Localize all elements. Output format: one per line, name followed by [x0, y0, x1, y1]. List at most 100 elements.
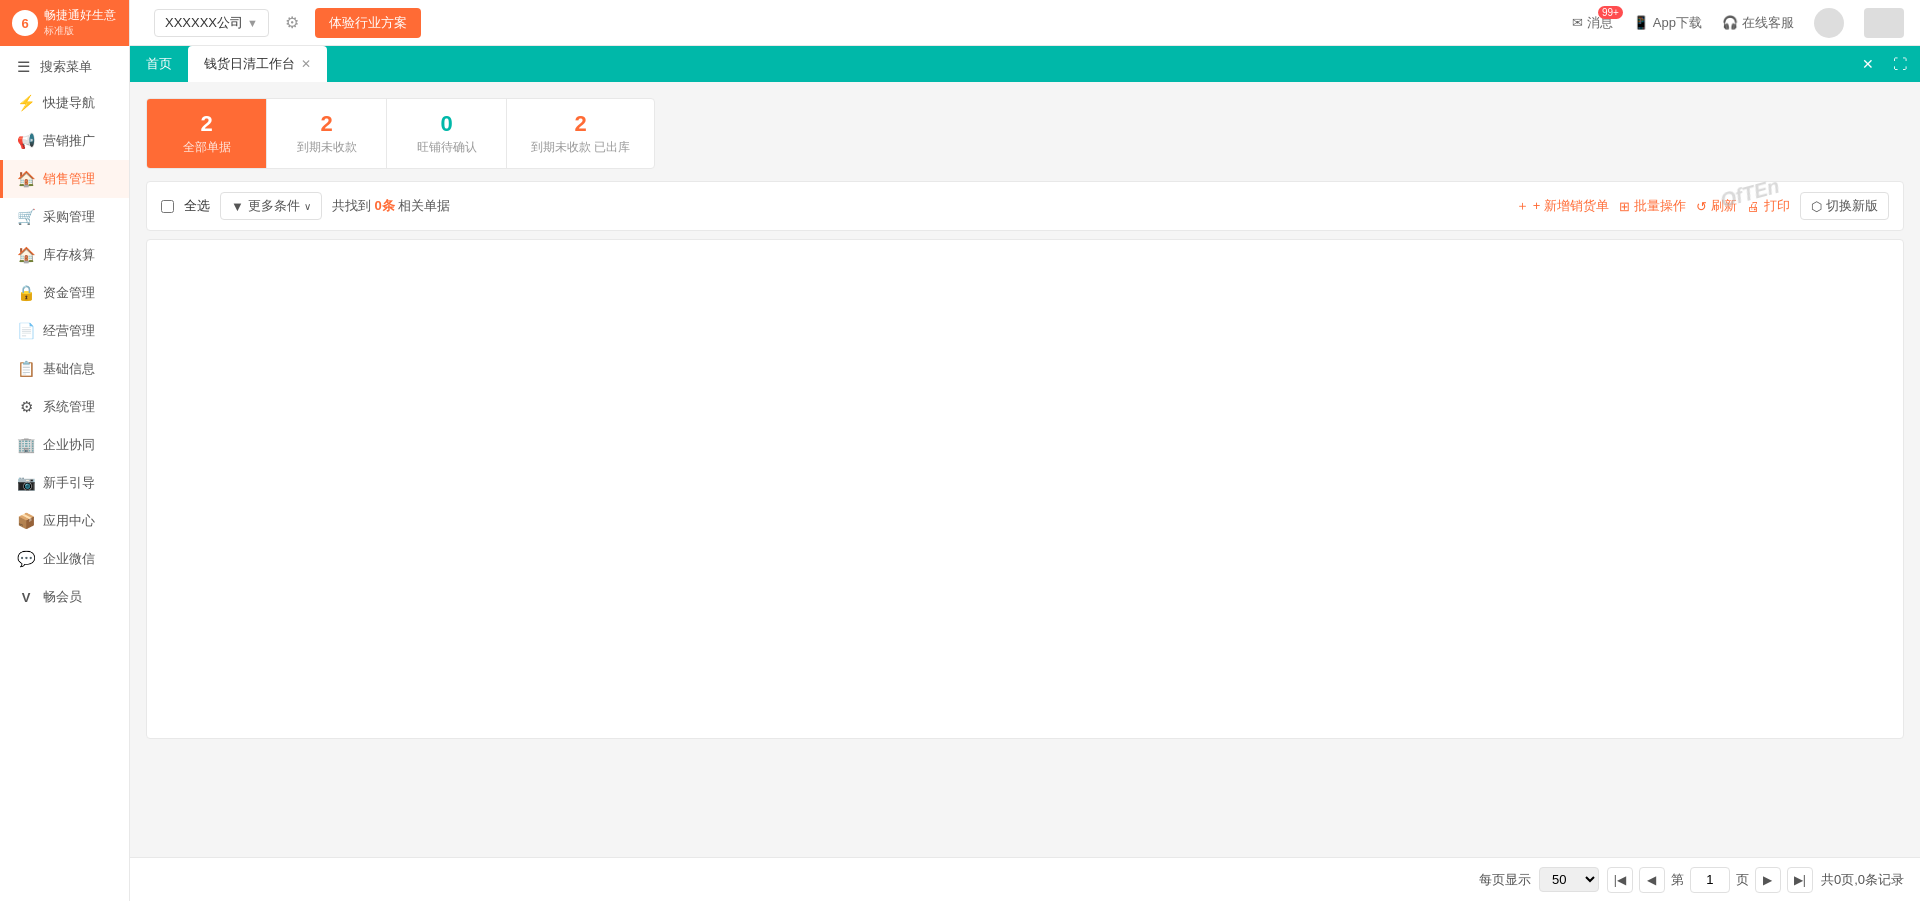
vip-icon: V	[17, 590, 35, 605]
found-text: 共找到 0条 相关单据	[332, 197, 450, 215]
sidebar-item-label: 新手引导	[43, 474, 95, 492]
cooperation-icon: 🏢	[17, 436, 35, 454]
batch-label: 批量操作	[1634, 197, 1686, 215]
app-download-button[interactable]: 📱 App下载	[1633, 14, 1702, 32]
app-download-label: App下载	[1653, 14, 1702, 32]
print-icon: 🖨	[1747, 199, 1760, 214]
sidebar-item-sales[interactable]: 🏠 销售管理	[0, 160, 129, 198]
sidebar-item-label: 基础信息	[43, 360, 95, 378]
found-count: 0条	[375, 198, 395, 213]
basic-info-icon: 📋	[17, 360, 35, 378]
per-page-label: 每页显示	[1479, 871, 1531, 889]
content-area	[146, 239, 1904, 739]
user-menu[interactable]	[1864, 8, 1904, 38]
sidebar-item-label: 系统管理	[43, 398, 95, 416]
app-version: 标准版	[44, 24, 116, 38]
industry-btn[interactable]: 体验行业方案	[315, 8, 421, 38]
prev-page-button[interactable]: ◀	[1639, 867, 1665, 893]
stat-tab-wangpu[interactable]: 0 旺铺待确认	[387, 99, 507, 168]
online-service-label: 在线客服	[1742, 14, 1794, 32]
select-all-checkbox[interactable]	[161, 200, 174, 213]
sidebar-item-label: 快捷导航	[43, 94, 95, 112]
add-icon: ＋	[1516, 197, 1529, 215]
sidebar-item-finance[interactable]: 🔒 资金管理	[0, 274, 129, 312]
stat-all-number: 2	[171, 111, 242, 137]
quick-nav-icon: ⚡	[17, 94, 35, 112]
switch-label: 切换新版	[1826, 197, 1878, 215]
sidebar-nav: ☰ 搜索菜单 ⚡ 快捷导航 📢 营销推广 🏠 销售管理 🛒 采购管理 🏠 库存核…	[0, 46, 129, 901]
add-label: + 新增销货单	[1533, 197, 1609, 215]
sidebar-item-cooperation[interactable]: 🏢 企业协同	[0, 426, 129, 464]
newbie-icon: 📷	[17, 474, 35, 492]
online-service-button[interactable]: 🎧 在线客服	[1722, 14, 1794, 32]
per-page-select[interactable]: 50 100 200	[1539, 867, 1599, 892]
pagination-controls: |◀ ◀ 第 页 ▶ ▶|	[1607, 867, 1813, 893]
tab-fullscreen-icon[interactable]: ⛶	[1888, 52, 1912, 76]
toolbar-left: 全选 ▼ 更多条件 ∨ 共找到 0条 相关单据	[161, 192, 1504, 220]
stat-tab-overdue[interactable]: 2 到期未收款	[267, 99, 387, 168]
message-icon: ✉	[1572, 15, 1583, 30]
tab-home-label: 首页	[146, 55, 172, 73]
tab-bar-actions: ✕ ⛶	[1856, 52, 1920, 76]
avatar[interactable]	[1814, 8, 1844, 38]
tab-close-all-icon[interactable]: ✕	[1856, 52, 1880, 76]
sidebar-item-quick-nav[interactable]: ⚡ 快捷导航	[0, 84, 129, 122]
stat-all-label: 全部单据	[171, 139, 242, 156]
sidebar-item-inventory[interactable]: 🏠 库存核算	[0, 236, 129, 274]
filter-button[interactable]: ▼ 更多条件 ∨	[220, 192, 322, 220]
sidebar-item-basic-info[interactable]: 📋 基础信息	[0, 350, 129, 388]
list-toolbar: 全选 ▼ 更多条件 ∨ 共找到 0条 相关单据 ＋ + 新增销货单 ⊞ 批量操作…	[146, 181, 1904, 231]
switch-version-button[interactable]: ⬡ 切换新版	[1800, 192, 1889, 220]
sidebar-item-vip[interactable]: V 畅会员	[0, 578, 129, 616]
page-number-input[interactable]	[1690, 867, 1730, 893]
sidebar-item-marketing[interactable]: 📢 营销推广	[0, 122, 129, 160]
message-button[interactable]: ✉ 消息 99+	[1572, 14, 1613, 32]
wechat-icon: 💬	[17, 550, 35, 568]
batch-button[interactable]: ⊞ 批量操作	[1619, 197, 1686, 215]
sidebar-item-label: 畅会员	[43, 588, 82, 606]
last-page-button[interactable]: ▶|	[1787, 867, 1813, 893]
print-button[interactable]: 🖨 打印	[1747, 197, 1790, 215]
refresh-button[interactable]: ↺ 刷新	[1696, 197, 1737, 215]
main-content: 2 全部单据 2 到期未收款 0 旺铺待确认 2 到期未收款 已出库 全选 ▼ …	[130, 82, 1920, 901]
sidebar-item-newbie[interactable]: 📷 新手引导	[0, 464, 129, 502]
tab-close-icon[interactable]: ✕	[301, 57, 311, 71]
print-label: 打印	[1764, 197, 1790, 215]
footer-pagination: 每页显示 50 100 200 |◀ ◀ 第 页 ▶ ▶| 共0页,0条记录	[130, 857, 1920, 901]
stat-tab-shipped[interactable]: 2 到期未收款 已出库	[507, 99, 654, 168]
message-badge: 99+	[1598, 6, 1623, 19]
sidebar-item-purchase[interactable]: 🛒 采购管理	[0, 198, 129, 236]
download-icon: 📱	[1633, 15, 1649, 30]
search-menu-label: 搜索菜单	[40, 58, 92, 76]
sidebar-item-system[interactable]: ⚙ 系统管理	[0, 388, 129, 426]
inventory-icon: 🏠	[17, 246, 35, 264]
stats-tabs: 2 全部单据 2 到期未收款 0 旺铺待确认 2 到期未收款 已出库	[146, 98, 655, 169]
search-icon: ☰	[14, 58, 32, 76]
finance-icon: 🔒	[17, 284, 35, 302]
first-page-button[interactable]: |◀	[1607, 867, 1633, 893]
tab-workbench-label: 钱货日清工作台	[204, 55, 295, 73]
sidebar-item-label: 企业微信	[43, 550, 95, 568]
company-selector[interactable]: XXXXXX公司 ▼	[154, 9, 269, 37]
system-icon: ⚙	[17, 398, 35, 416]
stat-tab-all[interactable]: 2 全部单据	[147, 99, 267, 168]
toolbar-right: ＋ + 新增销货单 ⊞ 批量操作 ↺ 刷新 🖨 打印 ⬡ 切换新版	[1516, 192, 1889, 220]
search-menu[interactable]: ☰ 搜索菜单	[0, 50, 129, 84]
settings-button[interactable]: ⚙	[277, 8, 307, 38]
sidebar-item-app-center[interactable]: 📦 应用中心	[0, 502, 129, 540]
tab-home[interactable]: 首页	[130, 46, 188, 82]
sidebar-item-operation[interactable]: 📄 经营管理	[0, 312, 129, 350]
stat-overdue-label: 到期未收款	[291, 139, 362, 156]
app-logo-icon: 6	[12, 10, 38, 36]
filter-label: 更多条件	[248, 197, 300, 215]
sidebar-item-wechat[interactable]: 💬 企业微信	[0, 540, 129, 578]
next-page-button[interactable]: ▶	[1755, 867, 1781, 893]
filter-icon: ▼	[231, 199, 244, 214]
marketing-icon: 📢	[17, 132, 35, 150]
add-order-button[interactable]: ＋ + 新增销货单	[1516, 197, 1609, 215]
chevron-down-icon: ▼	[247, 17, 258, 29]
tab-work-bench[interactable]: 钱货日清工作台 ✕	[188, 46, 327, 82]
stat-shipped-label: 到期未收款 已出库	[531, 139, 630, 156]
app-center-icon: 📦	[17, 512, 35, 530]
page-label: 第	[1671, 871, 1684, 889]
